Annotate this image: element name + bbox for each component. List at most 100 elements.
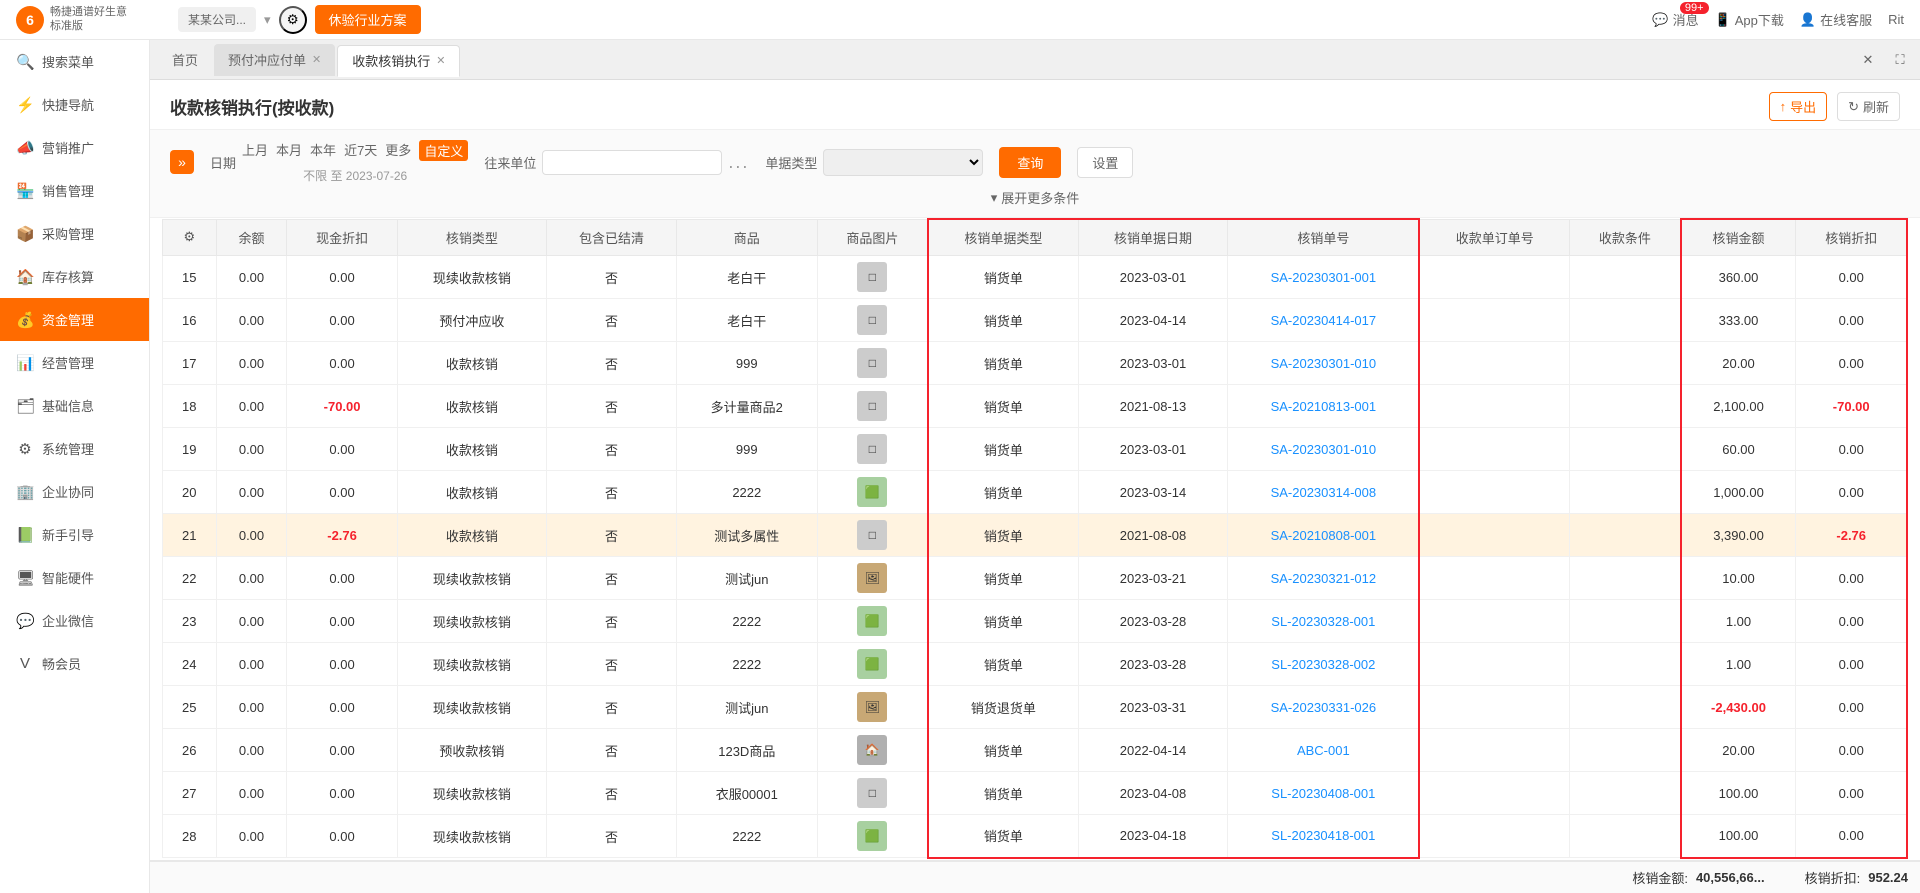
tab-home[interactable]: 首页 xyxy=(158,44,212,76)
doc-type-filter-select[interactable] xyxy=(823,149,983,176)
date-range-text: 不限 至 2023-07-26 xyxy=(303,167,407,184)
date-link-more[interactable]: 更多 xyxy=(385,140,411,161)
sidebar-item-sales[interactable]: 🏪 销售管理 xyxy=(0,169,149,212)
cell-receipt-order-no xyxy=(1419,815,1569,858)
col-settings[interactable]: ⚙ xyxy=(163,219,217,256)
tab-bar: 首页 预付冲应付单 ✕ 收款核销执行 ✕ ✕ ⛶ xyxy=(150,40,1920,80)
filter-expand-button[interactable]: » xyxy=(170,150,194,174)
refresh-icon: ↻ xyxy=(1848,99,1859,115)
industry-solution-button[interactable]: 休验行业方案 xyxy=(315,5,421,34)
sidebar-item-wechat[interactable]: 💬 企业微信 xyxy=(0,599,149,642)
app-download-link[interactable]: 📱 App下载 xyxy=(1715,10,1784,29)
cell-cancel-discount: 0.00 xyxy=(1796,815,1907,858)
sidebar-label-marketing: 营销推广 xyxy=(42,138,94,157)
sidebar-item-shortcut[interactable]: ⚡ 快捷导航 xyxy=(0,83,149,126)
cancel-doc-no-link[interactable]: SL-20230328-002 xyxy=(1271,657,1375,672)
cancel-doc-no-link[interactable]: SL-20230328-001 xyxy=(1271,614,1375,629)
cell-cancel-discount: 0.00 xyxy=(1796,428,1907,471)
sidebar-item-marketing[interactable]: 📣 营销推广 xyxy=(0,126,149,169)
cell-cancel-doc-type: 销货单 xyxy=(928,514,1078,557)
sidebar-item-search[interactable]: 🔍 搜索菜单 xyxy=(0,40,149,83)
expand-more-conditions[interactable]: ▾ 展开更多条件 xyxy=(991,188,1080,207)
sidebar-label-inventory: 库存核算 xyxy=(42,267,94,286)
cell-receipt-condition xyxy=(1570,471,1681,514)
footer-cancel-amount: 核销金额: 40,556,66... xyxy=(1632,868,1764,887)
cancel-doc-no-link[interactable]: SA-20210813-001 xyxy=(1271,399,1377,414)
tab-close-all-button[interactable]: ✕ xyxy=(1856,48,1880,72)
sidebar-item-system[interactable]: ⚙ 系统管理 xyxy=(0,427,149,470)
sidebar-item-smart[interactable]: 🖥 智能硬件 xyxy=(0,556,149,599)
cell-including-settled: 否 xyxy=(547,643,677,686)
tab-collection[interactable]: 收款核销执行 ✕ xyxy=(337,45,460,77)
company-name-display[interactable]: 某某公司... xyxy=(178,7,256,32)
export-button[interactable]: ↑ 导出 xyxy=(1769,92,1828,121)
notification-button[interactable]: 💬 消息 99+ xyxy=(1652,10,1698,29)
cell-no: 27 xyxy=(163,772,217,815)
cell-cancel-doc-date: 2022-04-14 xyxy=(1078,729,1227,772)
refresh-button[interactable]: ↻ 刷新 xyxy=(1837,92,1900,121)
cell-cancel-doc-type: 销货单 xyxy=(928,299,1078,342)
sidebar-item-ops[interactable]: 📊 经营管理 xyxy=(0,341,149,384)
cancel-doc-no-link[interactable]: ABC-001 xyxy=(1297,743,1350,758)
cancel-doc-no-link[interactable]: SA-20230331-026 xyxy=(1271,700,1377,715)
cancel-doc-no-link[interactable]: SA-20230314-008 xyxy=(1271,485,1377,500)
sidebar-item-guide[interactable]: 📗 新手引导 xyxy=(0,513,149,556)
cancel-doc-no-link[interactable]: SA-20230301-001 xyxy=(1271,270,1377,285)
cancel-doc-no-link[interactable]: SA-20230414-017 xyxy=(1271,313,1377,328)
tab-prepay[interactable]: 预付冲应付单 ✕ xyxy=(214,44,335,76)
cell-including-settled: 否 xyxy=(547,600,677,643)
cell-goods-img: □ xyxy=(817,772,928,815)
cancel-doc-no-link[interactable]: SA-20230321-012 xyxy=(1271,571,1377,586)
cell-including-settled: 否 xyxy=(547,815,677,858)
tab-expand-button[interactable]: ⛶ xyxy=(1888,48,1912,72)
settings-gear-button[interactable]: ⚙ xyxy=(279,6,307,34)
query-button[interactable]: 查询 xyxy=(999,147,1061,178)
cell-no: 16 xyxy=(163,299,217,342)
sidebar-item-purchase[interactable]: 📦 采购管理 xyxy=(0,212,149,255)
sidebar-item-finance[interactable]: 💰 资金管理 xyxy=(0,298,149,341)
cell-balance: 0.00 xyxy=(216,643,287,686)
cell-including-settled: 否 xyxy=(547,686,677,729)
col-goods-img: 商品图片 xyxy=(817,219,928,256)
date-link-this-month[interactable]: 本月 xyxy=(276,140,302,161)
main-layout: 🔍 搜索菜单 ⚡ 快捷导航 📣 营销推广 🏪 销售管理 📦 采购管理 🏠 库存核… xyxy=(0,40,1920,893)
cell-balance: 0.00 xyxy=(216,428,287,471)
date-link-custom[interactable]: 自定义 xyxy=(419,140,468,161)
cell-cash-discount: 0.00 xyxy=(287,686,397,729)
sidebar-item-vip[interactable]: V 畅会员 xyxy=(0,642,149,685)
cell-receipt-order-no xyxy=(1419,557,1569,600)
table-row: 230.000.00现续收款核销否2222🟩销货单2023-03-28SL-20… xyxy=(163,600,1908,643)
vip-icon: V xyxy=(16,655,34,672)
cell-cancel-doc-date: 2023-03-01 xyxy=(1078,428,1227,471)
cancel-doc-no-link[interactable]: SL-20230418-001 xyxy=(1271,828,1375,843)
user-name-display[interactable]: Rit xyxy=(1888,12,1904,27)
date-link-this-year[interactable]: 本年 xyxy=(310,140,336,161)
online-service-link[interactable]: 👤 在线客服 xyxy=(1800,10,1872,29)
cell-including-settled: 否 xyxy=(547,428,677,471)
date-link-last-month[interactable]: 上月 xyxy=(242,140,268,161)
unit-filter-input[interactable] xyxy=(542,150,722,175)
cell-cancel-doc-no: SL-20230408-001 xyxy=(1228,772,1420,815)
cancel-doc-no-link[interactable]: SA-20230301-010 xyxy=(1271,356,1377,371)
cell-balance: 0.00 xyxy=(216,256,287,299)
cell-cash-discount: 0.00 xyxy=(287,299,397,342)
col-cancel-doc-type: 核销单据类型 xyxy=(928,219,1078,256)
cancel-doc-no-link[interactable]: SA-20210808-001 xyxy=(1271,528,1377,543)
cell-receipt-order-no xyxy=(1419,600,1569,643)
table-row: 170.000.00收款核销否999□销货单2023-03-01SA-20230… xyxy=(163,342,1908,385)
cancel-doc-no-link[interactable]: SA-20230301-010 xyxy=(1271,442,1377,457)
filter-settings-button[interactable]: 设置 xyxy=(1077,147,1133,178)
cell-receipt-condition xyxy=(1570,686,1681,729)
sidebar-item-base[interactable]: 🗂 基础信息 xyxy=(0,384,149,427)
sidebar-item-company[interactable]: 🏢 企业协同 xyxy=(0,470,149,513)
tab-collection-close[interactable]: ✕ xyxy=(436,54,445,67)
cell-receipt-condition xyxy=(1570,557,1681,600)
page-content: 收款核销执行(按收款) ↑ 导出 ↻ 刷新 » 日 xyxy=(150,80,1920,893)
cell-including-settled: 否 xyxy=(547,342,677,385)
unit-filter-dots[interactable]: ... xyxy=(728,152,749,173)
date-link-7days[interactable]: 近7天 xyxy=(344,140,377,161)
cancel-doc-no-link[interactable]: SL-20230408-001 xyxy=(1271,786,1375,801)
tab-prepay-close[interactable]: ✕ xyxy=(312,53,321,66)
cell-no: 26 xyxy=(163,729,217,772)
sidebar-item-inventory[interactable]: 🏠 库存核算 xyxy=(0,255,149,298)
